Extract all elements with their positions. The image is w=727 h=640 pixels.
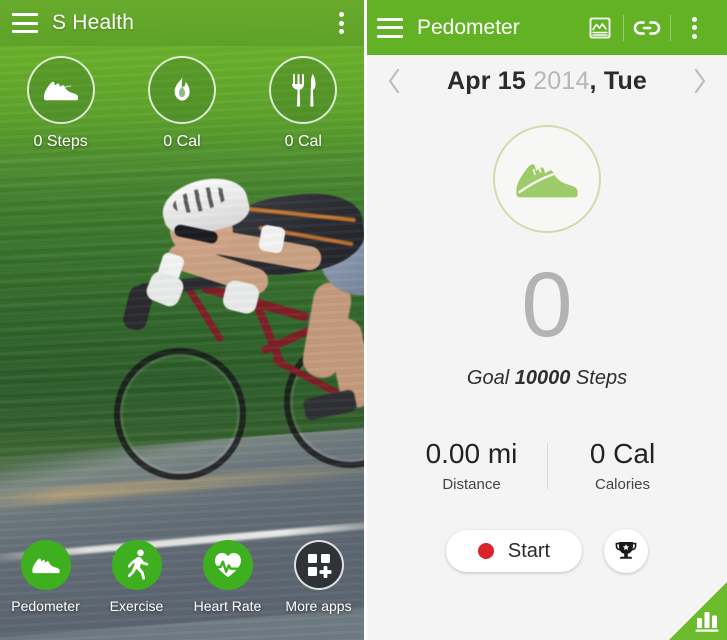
kebab-menu-icon[interactable]: [339, 12, 344, 34]
calories-burned-circle: [147, 56, 216, 124]
nav-item-heart-rate[interactable]: Heart Rate: [185, 540, 271, 614]
shoe-icon: [43, 81, 78, 101]
line-chart-icon[interactable]: [577, 0, 623, 55]
goal-line: Goal 10000 Steps: [367, 367, 727, 390]
bar-chart-shortcut[interactable]: [669, 582, 727, 640]
food-calories-label: 0 Cal: [284, 133, 322, 150]
pedometer-circle: [20, 540, 71, 590]
distance-value: 0.00 mi: [425, 438, 518, 469]
link-chain-icon[interactable]: [624, 0, 670, 55]
s-health-bottom-nav: Pedometer Exercise Heart Rate More apps: [0, 540, 364, 632]
jersey-cuff-far: [257, 224, 287, 254]
calories-burned-label: 0 Cal: [163, 133, 201, 150]
page-title: S Health: [52, 11, 135, 34]
dual-screenshot-container: S Health 0 Steps 0 Cal 0 Cal Pedometer E…: [0, 0, 727, 640]
goal-suffix: Steps: [575, 367, 628, 389]
calories-value: 0 Cal: [589, 438, 656, 469]
steps-label: 0 Steps: [33, 133, 88, 150]
more-apps-label: More apps: [285, 598, 352, 614]
bike-front-wheel: [114, 348, 246, 480]
pedometer-screen: Pedometer Apr 15 2014, Tue 0 Goal 10000 …: [367, 0, 727, 640]
heart-pulse-icon: [212, 553, 243, 577]
heart-rate-label: Heart Rate: [193, 598, 262, 614]
date-day-of-week: , Tue: [589, 66, 648, 95]
exercise-label: Exercise: [109, 598, 164, 614]
start-button-label: Start: [507, 539, 551, 562]
nav-item-pedometer[interactable]: Pedometer: [3, 540, 89, 614]
hamburger-icon[interactable]: [377, 17, 403, 38]
start-button[interactable]: Start: [446, 530, 582, 572]
exercise-circle: [111, 540, 162, 590]
shoe-icon: [31, 558, 60, 574]
step-count-value: 0: [521, 254, 573, 356]
summary-item-steps[interactable]: 0 Steps: [11, 56, 111, 151]
date-month-day: Apr 15: [446, 66, 526, 95]
steps-circle: [26, 56, 95, 124]
runner-icon: [127, 549, 148, 580]
s-health-screen: S Health 0 Steps 0 Cal 0 Cal Pedometer E…: [0, 0, 364, 640]
nav-item-exercise[interactable]: Exercise: [94, 540, 180, 614]
record-dot-icon: [477, 543, 494, 559]
calories-label: Calories: [594, 476, 651, 493]
apps-plus-icon: [307, 554, 331, 578]
page-title: Pedometer: [417, 15, 520, 39]
heart-rate-circle: [202, 540, 253, 590]
pedometer-label: Pedometer: [11, 598, 80, 614]
green-shoe-icon: [493, 125, 601, 233]
chevron-right-icon[interactable]: [687, 64, 713, 98]
goal-value: 10000: [514, 367, 571, 389]
goal-prefix: Goal: [466, 367, 510, 389]
date-year: 2014: [525, 66, 590, 95]
nav-item-more-apps[interactable]: More apps: [276, 540, 362, 614]
chevron-left-icon[interactable]: [381, 64, 407, 98]
date-navigator: Apr 15 2014, Tue: [367, 55, 727, 107]
summary-item-calories-burned[interactable]: 0 Cal: [132, 56, 232, 151]
stats-row: 0.00 mi Distance 0 Cal Calories: [367, 438, 727, 493]
trophy-button[interactable]: [604, 529, 648, 573]
more-apps-circle: [293, 540, 344, 590]
current-date[interactable]: Apr 15 2014, Tue: [447, 67, 647, 96]
health-summary-row: 0 Steps 0 Cal 0 Cal: [0, 56, 364, 166]
hamburger-icon[interactable]: [12, 13, 38, 33]
fork-knife-icon: [292, 74, 316, 107]
trophy-icon: [615, 542, 637, 559]
action-row: Start: [367, 529, 727, 573]
distance-label: Distance: [442, 476, 501, 493]
bar-chart-icon: [695, 612, 719, 632]
s-health-app-bar: S Health: [0, 0, 364, 46]
flame-icon: [174, 74, 190, 101]
cyclist-figure: [108, 170, 364, 528]
summary-item-food-calories[interactable]: 0 Cal: [253, 56, 353, 151]
kebab-menu-icon[interactable]: [671, 0, 717, 55]
stat-distance: 0.00 mi Distance: [397, 438, 547, 493]
stat-calories: 0 Cal Calories: [548, 438, 698, 493]
pedometer-app-bar: Pedometer: [367, 0, 727, 55]
food-calories-circle: [269, 56, 338, 124]
